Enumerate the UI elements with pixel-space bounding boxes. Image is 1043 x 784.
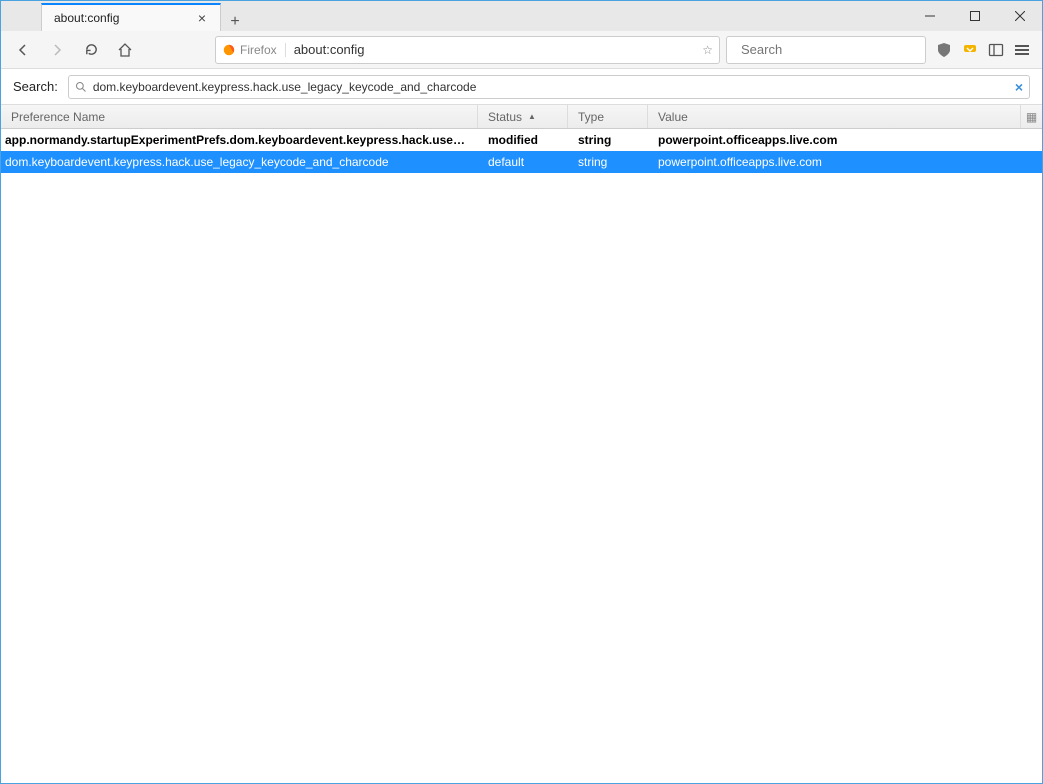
identity-label: Firefox xyxy=(240,43,277,57)
table-header: Preference Name Status Type Value ▦ xyxy=(1,105,1042,129)
column-header-status[interactable]: Status xyxy=(478,105,568,128)
close-tab-icon[interactable]: × xyxy=(194,10,210,26)
tab-title: about:config xyxy=(54,11,186,25)
window-controls xyxy=(907,1,1042,31)
table-row[interactable]: dom.keyboardevent.keypress.hack.use_lega… xyxy=(1,151,1042,173)
filter-label: Search: xyxy=(13,79,58,94)
search-icon xyxy=(75,81,87,93)
new-tab-button[interactable]: + xyxy=(221,13,249,31)
firefox-icon xyxy=(222,43,236,57)
bookmark-star-icon[interactable]: ☆ xyxy=(702,43,713,57)
search-bar[interactable] xyxy=(726,36,926,64)
window-close-button[interactable] xyxy=(997,1,1042,31)
cell-type: string xyxy=(568,133,648,147)
url-input[interactable] xyxy=(294,42,695,57)
column-header-pref[interactable]: Preference Name xyxy=(1,105,478,128)
table-body: app.normandy.startupExperimentPrefs.dom.… xyxy=(1,129,1042,783)
column-header-value[interactable]: Value xyxy=(648,105,1020,128)
menu-button[interactable] xyxy=(1014,42,1030,58)
search-input[interactable] xyxy=(741,42,917,57)
shield-icon[interactable] xyxy=(936,42,952,58)
cell-value: powerpoint.officeapps.live.com xyxy=(648,133,1042,147)
url-bar[interactable]: Firefox ☆ xyxy=(215,36,720,64)
cell-type: string xyxy=(568,155,648,169)
cell-pref: app.normandy.startupExperimentPrefs.dom.… xyxy=(1,133,478,147)
cell-pref: dom.keyboardevent.keypress.hack.use_lega… xyxy=(1,155,478,169)
identity-box[interactable]: Firefox xyxy=(222,43,286,57)
reload-button[interactable] xyxy=(77,36,105,64)
clear-filter-icon[interactable]: × xyxy=(1015,79,1023,95)
home-button[interactable] xyxy=(111,36,139,64)
nav-toolbar: Firefox ☆ xyxy=(1,31,1042,69)
window-minimize-button[interactable] xyxy=(907,1,952,31)
cell-status: default xyxy=(478,155,568,169)
pocket-icon[interactable] xyxy=(962,42,978,58)
forward-button[interactable] xyxy=(43,36,71,64)
browser-tab[interactable]: about:config × xyxy=(41,3,221,31)
sidebar-icon[interactable] xyxy=(988,42,1004,58)
back-button[interactable] xyxy=(9,36,37,64)
config-filter-bar: Search: × xyxy=(1,69,1042,105)
title-bar: about:config × + xyxy=(1,1,1042,31)
filter-input-wrap[interactable]: × xyxy=(68,75,1030,99)
filter-input[interactable] xyxy=(93,80,1009,94)
cell-status: modified xyxy=(478,133,568,147)
table-row[interactable]: app.normandy.startupExperimentPrefs.dom.… xyxy=(1,129,1042,151)
tabs-area: about:config × + xyxy=(1,1,907,31)
toolbar-icons xyxy=(932,42,1034,58)
window-maximize-button[interactable] xyxy=(952,1,997,31)
cell-value: powerpoint.officeapps.live.com xyxy=(648,155,1042,169)
column-header-type[interactable]: Type xyxy=(568,105,648,128)
column-picker-icon[interactable]: ▦ xyxy=(1020,105,1042,128)
